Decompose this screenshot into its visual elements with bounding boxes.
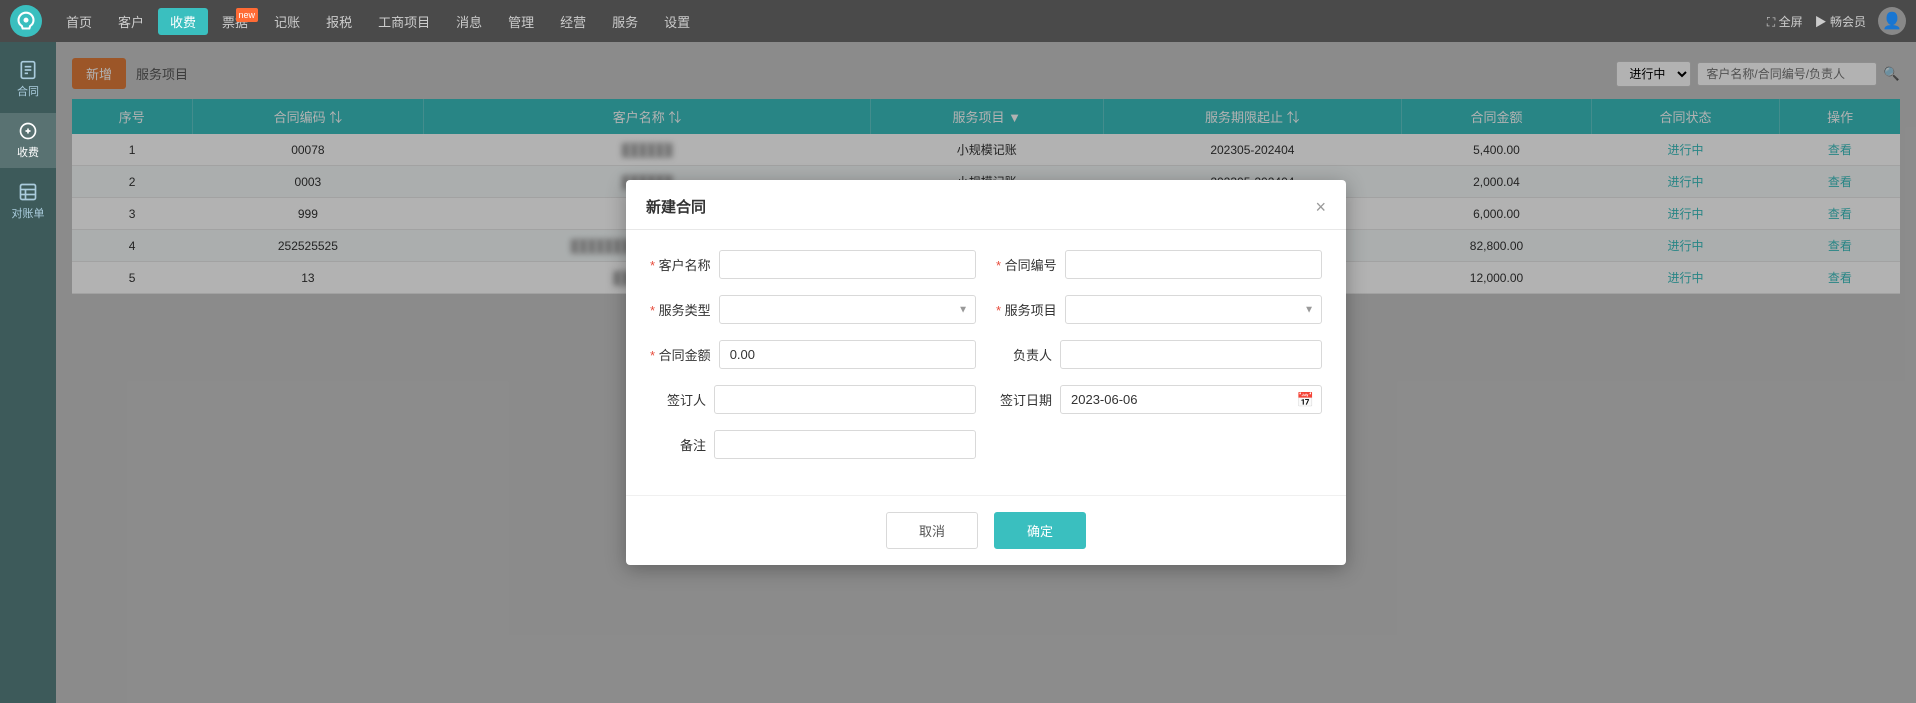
statement-icon bbox=[18, 182, 38, 202]
content-area: 新增 服务项目 进行中 已完成 已终止 🔍 序号 合同编码 ⇅ bbox=[56, 42, 1916, 703]
responsible-label: 负责人 bbox=[996, 345, 1052, 364]
signer-input[interactable] bbox=[714, 385, 976, 414]
top-nav: 首页 客户 收费 票据 new 记账 报税 工商项目 消息 管理 经营 服务 设… bbox=[0, 0, 1916, 42]
contract-amount-input[interactable] bbox=[719, 340, 976, 369]
nav-service[interactable]: 服务 bbox=[600, 8, 650, 35]
customer-name-label: 客户名称 bbox=[650, 255, 711, 274]
sidebar-item-fees[interactable]: 收费 bbox=[0, 113, 56, 168]
field-contract-amount: 合同金额 bbox=[650, 340, 976, 369]
field-signer: 签订人 bbox=[650, 385, 976, 414]
field-remark: 备注 bbox=[650, 430, 976, 459]
main-layout: 合同 收费 对账单 bbox=[0, 42, 1916, 703]
field-contract-no: 合同编号 bbox=[996, 250, 1322, 279]
form-row-1: 客户名称 合同编号 bbox=[650, 250, 1322, 279]
confirm-button[interactable]: 确定 bbox=[994, 512, 1086, 549]
nav-accounting[interactable]: 记账 bbox=[262, 8, 312, 35]
modal-title: 新建合同 bbox=[646, 196, 706, 217]
modal-close-button[interactable]: × bbox=[1315, 198, 1326, 216]
field-customer-name: 客户名称 bbox=[650, 250, 976, 279]
field-sign-date: 签订日期 📅 bbox=[996, 385, 1322, 414]
nav-items: 首页 客户 收费 票据 new 记账 报税 工商项目 消息 管理 经营 服务 设… bbox=[54, 8, 1767, 35]
nav-business[interactable]: 工商项目 bbox=[366, 8, 442, 35]
top-nav-right: ⛶ 全屏 ▶ 畅会员 👤 bbox=[1767, 7, 1906, 35]
field-service-item: 服务项目 ▼ bbox=[996, 295, 1322, 324]
field-responsible: 负责人 bbox=[996, 340, 1322, 369]
service-type-label: 服务类型 bbox=[650, 300, 711, 319]
service-type-select-wrapper: ▼ bbox=[719, 295, 976, 324]
fees-icon bbox=[18, 121, 38, 141]
sign-date-wrapper: 📅 bbox=[1060, 385, 1322, 414]
contract-icon bbox=[18, 60, 38, 80]
sign-date-label: 签订日期 bbox=[996, 390, 1052, 409]
contract-amount-label: 合同金额 bbox=[650, 345, 711, 364]
remark-label: 备注 bbox=[650, 435, 706, 454]
fullscreen-btn[interactable]: ⛶ 全屏 bbox=[1767, 13, 1803, 30]
service-item-label: 服务项目 bbox=[996, 300, 1057, 319]
form-row-2: 服务类型 ▼ 服务项目 bbox=[650, 295, 1322, 324]
contract-no-input[interactable] bbox=[1065, 250, 1322, 279]
form-row-4: 签订人 签订日期 📅 bbox=[650, 385, 1322, 414]
service-item-select-wrapper: ▼ bbox=[1065, 295, 1322, 324]
sidebar-item-contract[interactable]: 合同 bbox=[0, 52, 56, 107]
nav-operate[interactable]: 经营 bbox=[548, 8, 598, 35]
form-row-3: 合同金额 负责人 bbox=[650, 340, 1322, 369]
nav-fees[interactable]: 收费 bbox=[158, 8, 208, 35]
new-badge: new bbox=[236, 8, 259, 22]
sign-date-input[interactable] bbox=[1060, 385, 1322, 414]
nav-settings[interactable]: 设置 bbox=[652, 8, 702, 35]
nav-customer[interactable]: 客户 bbox=[106, 8, 156, 35]
nav-tickets[interactable]: 票据 new bbox=[210, 8, 260, 35]
modal-overlay: 新建合同 × 客户名称 合同编号 bbox=[56, 42, 1916, 703]
sidebar: 合同 收费 对账单 bbox=[0, 42, 56, 703]
nav-tax[interactable]: 报税 bbox=[314, 8, 364, 35]
form-row-5: 备注 bbox=[650, 430, 1322, 459]
service-type-select[interactable] bbox=[719, 295, 976, 324]
nav-manage[interactable]: 管理 bbox=[496, 8, 546, 35]
modal-body: 客户名称 合同编号 服务类型 bbox=[626, 230, 1346, 495]
remark-input[interactable] bbox=[714, 430, 976, 459]
field-service-type: 服务类型 ▼ bbox=[650, 295, 976, 324]
app-logo bbox=[10, 5, 42, 37]
responsible-input[interactable] bbox=[1060, 340, 1322, 369]
sidebar-item-statement[interactable]: 对账单 bbox=[0, 174, 56, 229]
nav-message[interactable]: 消息 bbox=[444, 8, 494, 35]
signer-label: 签订人 bbox=[650, 390, 706, 409]
customer-name-input[interactable] bbox=[719, 250, 976, 279]
contract-no-label: 合同编号 bbox=[996, 255, 1057, 274]
nav-home[interactable]: 首页 bbox=[54, 8, 104, 35]
service-item-select[interactable] bbox=[1065, 295, 1322, 324]
avatar[interactable]: 👤 bbox=[1878, 7, 1906, 35]
member-btn[interactable]: ▶ 畅会员 bbox=[1815, 13, 1866, 30]
cancel-button[interactable]: 取消 bbox=[886, 512, 978, 549]
modal-dialog: 新建合同 × 客户名称 合同编号 bbox=[626, 180, 1346, 565]
modal-header: 新建合同 × bbox=[626, 180, 1346, 230]
modal-footer: 取消 确定 bbox=[626, 495, 1346, 565]
